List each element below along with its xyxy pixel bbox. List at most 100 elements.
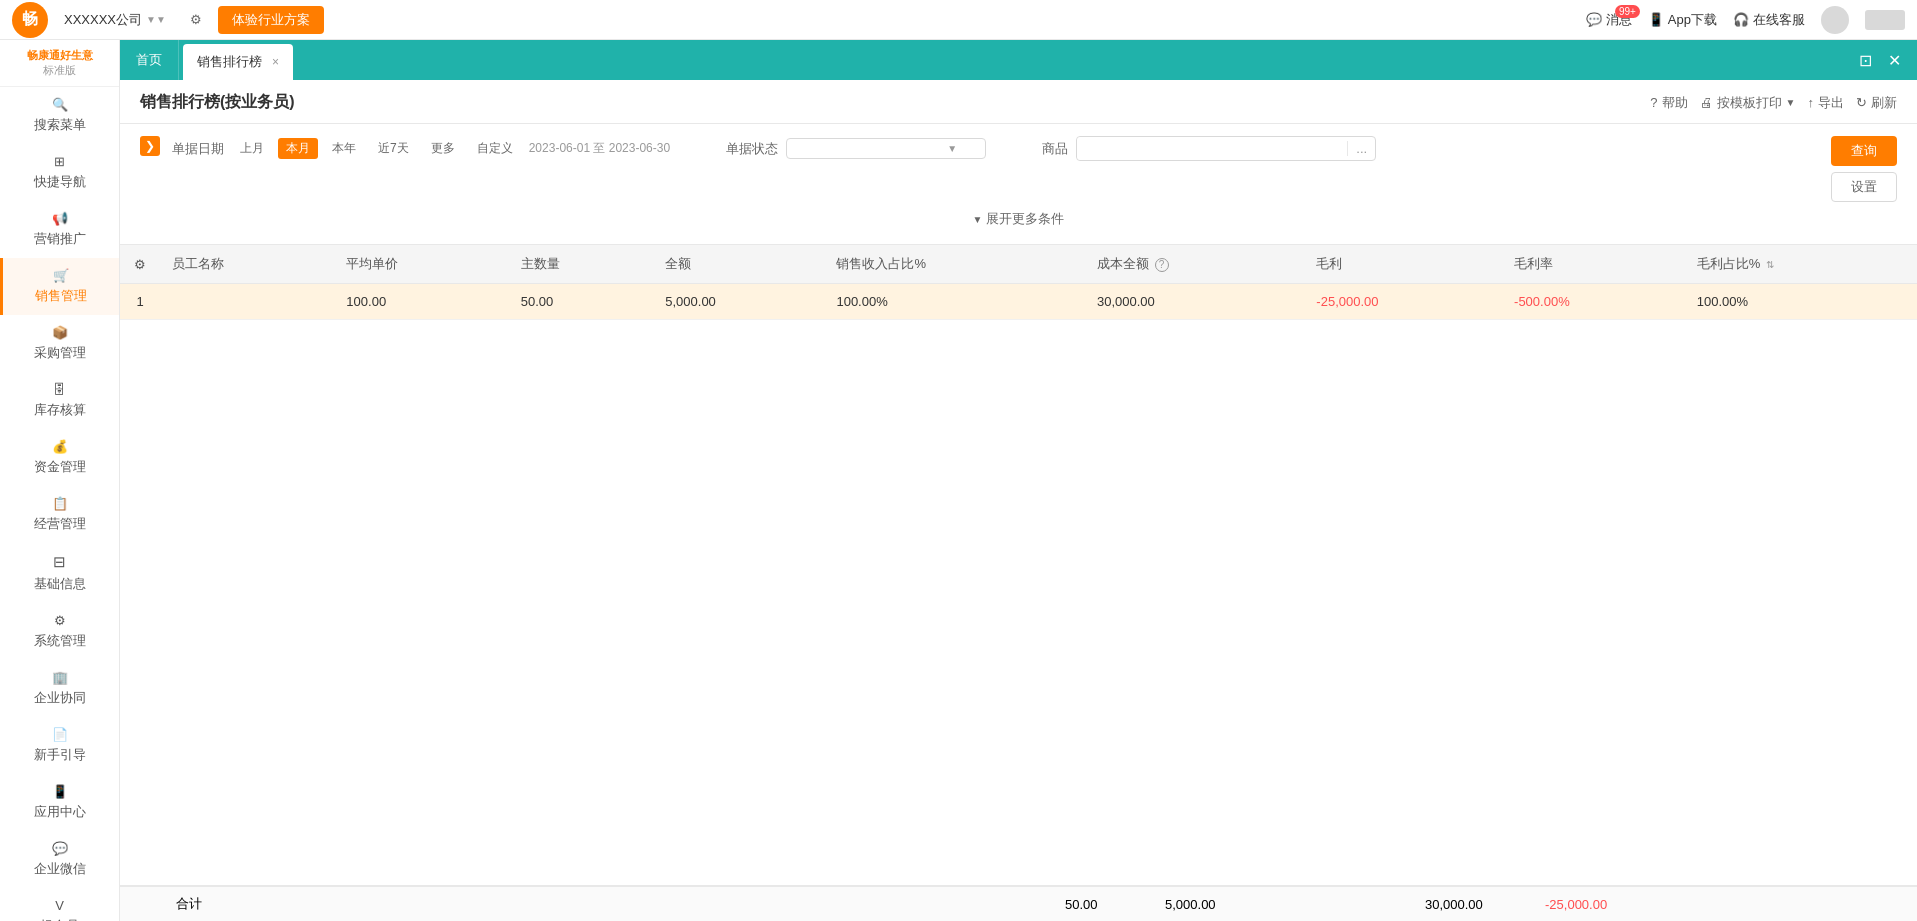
sidebar-item-operation[interactable]: 📋 经营管理 [0, 486, 119, 543]
print-icon: 🖨 [1700, 95, 1713, 110]
th-sales-pct: 销售收入占比% [824, 245, 1085, 284]
cell-rank: 1 [120, 284, 160, 320]
sidebar-item-wechat[interactable]: 💬 企业微信 [0, 831, 119, 888]
top-bar: 畅 XXXXXX公司 ▼ ⚙ 体验行业方案 💬 消息 99+ 📱 App下载 🎧… [0, 0, 1917, 40]
status-select[interactable]: ▼ [786, 138, 986, 159]
data-table: ⚙ 员工名称 平均单价 主数量 全额 销售收入占比% 成本全额 ? [120, 245, 1917, 320]
footer-cost: 30,000.00 [1425, 897, 1545, 912]
member-icon: V [55, 898, 64, 913]
sidebar-item-inventory[interactable]: 🗄 库存核算 [0, 372, 119, 429]
trial-button[interactable]: 体验行业方案 [218, 6, 324, 34]
logo-area: 畅康通好生意 标准版 [0, 40, 119, 87]
sidebar-label-guide: 新手引导 [34, 746, 86, 764]
tab-home[interactable]: 首页 [120, 40, 179, 80]
export-btn[interactable]: ↑ 导出 [1808, 94, 1845, 112]
sidebar-label-apps: 应用中心 [34, 803, 86, 821]
app-download-btn[interactable]: 📱 App下载 [1648, 11, 1717, 29]
filter-row-1: 单据日期 上月 本月 本年 近7天 更多 自定义 2023-06-01 至 20… [172, 136, 1819, 161]
sidebar-item-sales[interactable]: 🛒 销售管理 [0, 258, 119, 315]
sidebar-item-guide[interactable]: 📄 新手引导 [0, 717, 119, 774]
expand-conditions-btn[interactable]: ▼ 展开更多条件 [973, 206, 1065, 232]
inventory-icon: 🗄 [53, 382, 66, 397]
status-dropdown-icon: ▼ [947, 143, 957, 154]
sidebar-item-corp[interactable]: 🏢 企业协同 [0, 660, 119, 717]
tab-fullscreen-btn[interactable]: ⊡ [1855, 47, 1876, 74]
search-icon: 🔍 [52, 97, 68, 112]
sidebar-item-nav[interactable]: ⊞ 快捷导航 [0, 144, 119, 201]
cell-gross-rate: -500.00% [1502, 284, 1685, 320]
sidebar-item-purchase[interactable]: 📦 采购管理 [0, 315, 119, 372]
goods-input-wrapper[interactable]: ... [1076, 136, 1376, 161]
sidebar-item-apps[interactable]: 📱 应用中心 [0, 774, 119, 831]
service-icon: 🎧 [1733, 12, 1749, 27]
message-badge: 99+ [1615, 5, 1640, 18]
header-row: ⚙ 员工名称 平均单价 主数量 全额 销售收入占比% 成本全额 ? [120, 245, 1917, 284]
date-label: 单据日期 [172, 140, 224, 158]
cell-avg-price: 100.00 [334, 284, 508, 320]
sales-icon: 🛒 [53, 268, 69, 283]
system-icon: ⚙ [54, 613, 66, 628]
company-name: XXXXXX公司 [64, 11, 142, 29]
company-selector[interactable]: XXXXXX公司 ▼ [56, 7, 174, 33]
table-body: 1 100.00 50.00 5,000.00 100.00% 30,000.0… [120, 284, 1917, 320]
refresh-btn[interactable]: ↻ 刷新 [1856, 94, 1897, 112]
user-avatar[interactable] [1821, 6, 1849, 34]
user-name-placeholder[interactable] [1865, 10, 1905, 30]
sidebar-item-system[interactable]: ⚙ 系统管理 [0, 603, 119, 660]
th-gross-pct: 毛利占比% ⇅ [1685, 245, 1917, 284]
tab-close-all-btn[interactable]: ✕ [1884, 47, 1905, 74]
goods-input[interactable] [1077, 137, 1347, 160]
query-button[interactable]: 查询 [1831, 136, 1897, 166]
footer-label: 合计 [172, 895, 965, 913]
goods-more-btn[interactable]: ... [1347, 141, 1375, 156]
print-dropdown-icon[interactable]: ▼ [1786, 97, 1796, 108]
th-amount: 全额 [653, 245, 824, 284]
sidebar-item-basic[interactable]: ⊟ 基础信息 [0, 543, 119, 603]
sidebar-item-search[interactable]: 🔍 搜索菜单 [0, 87, 119, 144]
table-header: ⚙ 员工名称 平均单价 主数量 全额 销售收入占比% 成本全额 ? [120, 245, 1917, 284]
company-dropdown-icon: ▼ [146, 14, 166, 25]
expand-label: 展开更多条件 [986, 210, 1064, 228]
status-label: 单据状态 [726, 140, 778, 158]
help-btn[interactable]: ? 帮助 [1650, 94, 1687, 112]
tab-sales-ranking[interactable]: 销售排行榜 × [183, 44, 293, 80]
page-title: 销售排行榜(按业务员) [140, 92, 295, 113]
cell-amount: 5,000.00 [653, 284, 824, 320]
message-btn[interactable]: 💬 消息 99+ [1586, 11, 1632, 29]
filter-arrow-btn[interactable]: ❯ [140, 136, 160, 156]
date-range: 2023-06-01 至 2023-06-30 [529, 140, 670, 157]
column-settings-icon[interactable]: ⚙ [134, 257, 146, 272]
sidebar: 畅康通好生意 标准版 🔍 搜索菜单 ⊞ 快捷导航 📢 营销推广 🛒 销售管理 📦… [0, 40, 120, 921]
print-label: 按模板打印 [1717, 94, 1782, 112]
page-header: 销售排行榜(按业务员) ? 帮助 🖨 按模板打印 ▼ ↑ [120, 80, 1917, 124]
sidebar-label-basic: 基础信息 [34, 575, 86, 593]
date-tab-more[interactable]: 更多 [423, 138, 463, 159]
footer-amount: 5,000.00 [1165, 897, 1285, 912]
service-btn[interactable]: 🎧 在线客服 [1733, 11, 1805, 29]
basic-icon: ⊟ [53, 553, 66, 571]
print-btn[interactable]: 🖨 按模板打印 ▼ [1700, 94, 1796, 112]
expand-row: ▼ 展开更多条件 [140, 202, 1897, 232]
cost-info-icon[interactable]: ? [1155, 258, 1169, 272]
service-label: 在线客服 [1753, 11, 1805, 29]
settings-button[interactable]: 设置 [1831, 172, 1897, 202]
th-settings[interactable]: ⚙ [120, 245, 160, 284]
date-tab-custom[interactable]: 自定义 [469, 138, 521, 159]
sidebar-item-finance[interactable]: 💰 资金管理 [0, 429, 119, 486]
settings-icon-btn[interactable]: ⚙ [182, 6, 210, 34]
page-content: 销售排行榜(按业务员) ? 帮助 🖨 按模板打印 ▼ ↑ [120, 80, 1917, 921]
sidebar-item-marketing[interactable]: 📢 营销推广 [0, 201, 119, 258]
finance-icon: 💰 [52, 439, 68, 454]
gross-pct-sort-icon[interactable]: ⇅ [1766, 259, 1774, 270]
corp-icon: 🏢 [52, 670, 68, 685]
date-tab-this-year[interactable]: 本年 [324, 138, 364, 159]
tab-close-icon[interactable]: × [272, 55, 279, 69]
sidebar-label-sales: 销售管理 [35, 287, 87, 305]
date-tab-7days[interactable]: 近7天 [370, 138, 417, 159]
sidebar-item-member[interactable]: V 畅会员 [0, 888, 119, 921]
date-tab-last-month[interactable]: 上月 [232, 138, 272, 159]
date-tab-this-month[interactable]: 本月 [278, 138, 318, 159]
date-filter: 单据日期 上月 本月 本年 近7天 更多 自定义 2023-06-01 至 20… [172, 138, 670, 159]
goods-filter: 商品 ... [1042, 136, 1376, 161]
sidebar-label-marketing: 营销推广 [34, 230, 86, 248]
